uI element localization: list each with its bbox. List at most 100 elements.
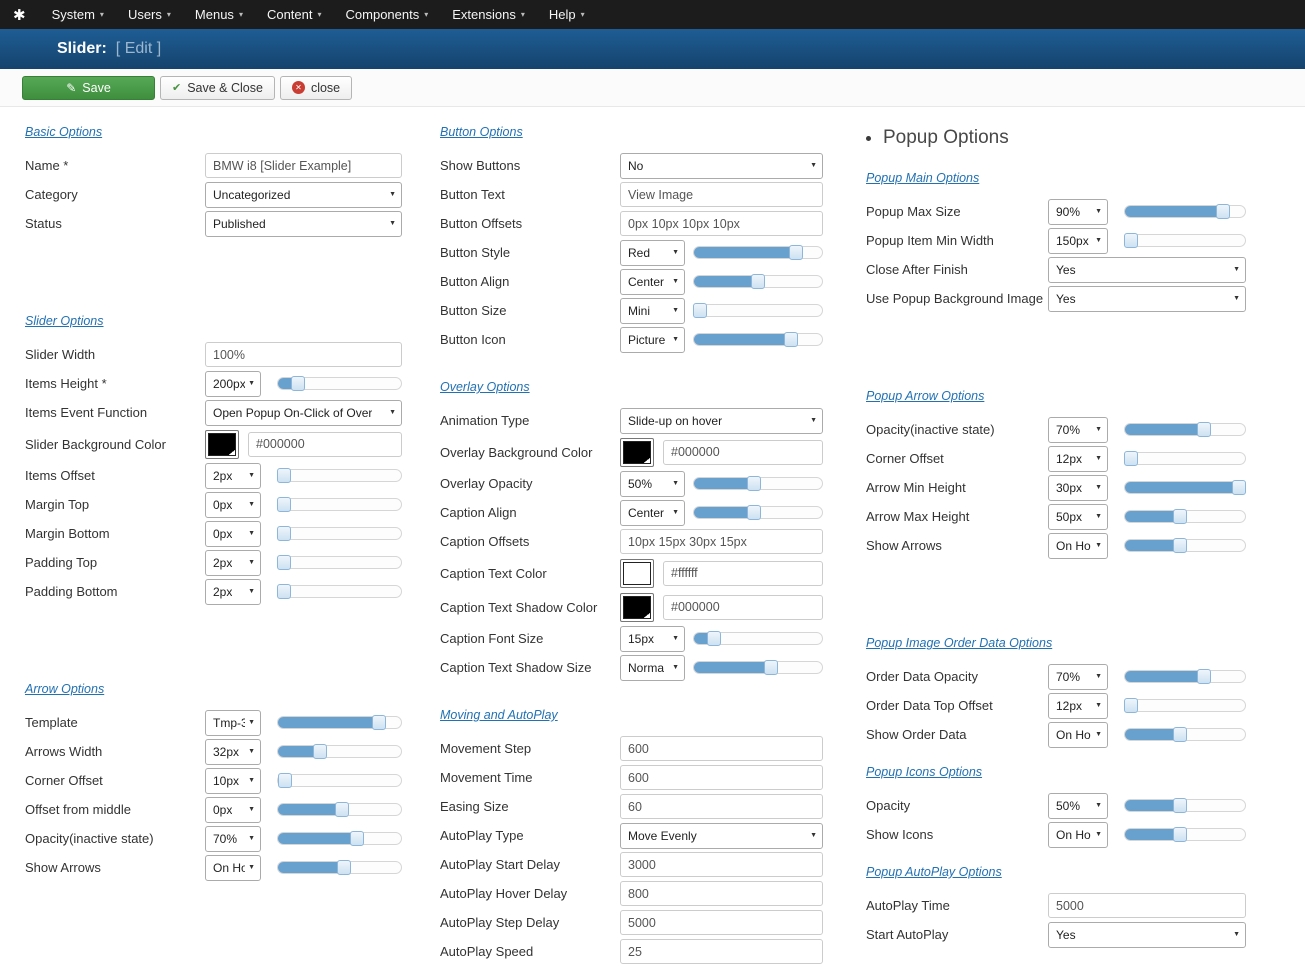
- autoplay-time-input[interactable]: [1048, 893, 1246, 918]
- arrow-max-height-slider[interactable]: [1124, 510, 1246, 523]
- nav-item-users[interactable]: Users▾: [116, 0, 183, 29]
- opacity-select[interactable]: 50%▼: [1048, 793, 1108, 819]
- caption-text-color-swatch[interactable]: [620, 559, 654, 588]
- opacity-slider[interactable]: [1124, 799, 1246, 812]
- show-order-data-select[interactable]: On Ho▼: [1048, 722, 1108, 748]
- template-slider[interactable]: [277, 716, 402, 729]
- slider-handle[interactable]: [707, 631, 721, 646]
- movement-time-input[interactable]: [620, 765, 823, 790]
- animation-type-select[interactable]: Slide-up on hover▼: [620, 408, 823, 434]
- button-align-select[interactable]: Center▼: [620, 269, 685, 295]
- nav-item-components[interactable]: Components▾: [334, 0, 441, 29]
- slider-handle[interactable]: [1173, 727, 1187, 742]
- autoplay-hover-delay-input[interactable]: [620, 881, 823, 906]
- button-align-slider[interactable]: [693, 275, 823, 288]
- overlay-opacity-slider[interactable]: [693, 477, 823, 490]
- caption-text-shadow-size-slider[interactable]: [693, 661, 823, 674]
- section-link-popup-autoplay-options[interactable]: Popup AutoPlay Options: [866, 865, 1002, 879]
- button-icon-slider[interactable]: [693, 333, 823, 346]
- arrows-width-slider[interactable]: [277, 745, 402, 758]
- arrow-min-height-slider[interactable]: [1124, 481, 1246, 494]
- slider-handle[interactable]: [1173, 538, 1187, 553]
- popup-item-min-width-slider[interactable]: [1124, 234, 1246, 247]
- slider-handle[interactable]: [277, 584, 291, 599]
- nav-item-menus[interactable]: Menus▾: [183, 0, 255, 29]
- items-event-function-select[interactable]: Open Popup On-Click of Over▼: [205, 400, 402, 426]
- slider-handle[interactable]: [789, 245, 803, 260]
- arrows-width-select[interactable]: 32px▼: [205, 739, 261, 765]
- order-data-opacity-slider[interactable]: [1124, 670, 1246, 683]
- slider-handle[interactable]: [1124, 451, 1138, 466]
- slider-background-color-swatch[interactable]: [205, 430, 239, 459]
- show-arrows-select[interactable]: On Ho▼: [1048, 533, 1108, 559]
- status-select[interactable]: Published▼: [205, 211, 402, 237]
- popup-item-min-width-select[interactable]: 150px▼: [1048, 228, 1108, 254]
- button-offsets-input[interactable]: [620, 211, 823, 236]
- section-link-arrow-options[interactable]: Arrow Options: [25, 682, 104, 696]
- button-size-slider[interactable]: [693, 304, 823, 317]
- overlay-background-color-input[interactable]: [663, 440, 823, 465]
- opacity-inactive-state-slider[interactable]: [277, 832, 402, 845]
- slider-handle[interactable]: [764, 660, 778, 675]
- slider-handle[interactable]: [1124, 698, 1138, 713]
- overlay-opacity-select[interactable]: 50%▼: [620, 471, 685, 497]
- save-close-button[interactable]: ✔ Save & Close: [160, 76, 275, 100]
- corner-offset-slider[interactable]: [1124, 452, 1246, 465]
- caption-text-color-input[interactable]: [663, 561, 823, 586]
- category-select[interactable]: Uncategorized▼: [205, 182, 402, 208]
- section-link-popup-arrow-options[interactable]: Popup Arrow Options: [866, 389, 984, 403]
- slider-handle[interactable]: [277, 497, 291, 512]
- slider-handle[interactable]: [337, 860, 351, 875]
- popup-max-size-slider[interactable]: [1124, 205, 1246, 218]
- section-link-moving-and-autoplay[interactable]: Moving and AutoPlay: [440, 708, 558, 722]
- margin-top-select[interactable]: 0px▼: [205, 492, 261, 518]
- margin-bottom-select[interactable]: 0px▼: [205, 521, 261, 547]
- caption-text-shadow-color-swatch[interactable]: [620, 593, 654, 622]
- slider-handle[interactable]: [1232, 480, 1246, 495]
- caption-font-size-slider[interactable]: [693, 632, 823, 645]
- slider-background-color-input[interactable]: [248, 432, 402, 457]
- show-arrows-slider[interactable]: [1124, 539, 1246, 552]
- slider-handle[interactable]: [1197, 422, 1211, 437]
- name-input[interactable]: [205, 153, 402, 178]
- nav-item-content[interactable]: Content▾: [255, 0, 334, 29]
- order-data-opacity-select[interactable]: 70%▼: [1048, 664, 1108, 690]
- opacity-inactive-state-select[interactable]: 70%▼: [205, 826, 261, 852]
- nav-item-extensions[interactable]: Extensions▾: [440, 0, 537, 29]
- caption-text-shadow-size-select[interactable]: Norma▼: [620, 655, 685, 681]
- slider-handle[interactable]: [278, 773, 292, 788]
- slider-handle[interactable]: [1124, 233, 1138, 248]
- slider-handle[interactable]: [693, 303, 707, 318]
- caption-offsets-input[interactable]: [620, 529, 823, 554]
- slider-handle[interactable]: [277, 526, 291, 541]
- items-height-select[interactable]: 200px▼: [205, 371, 261, 397]
- slider-handle[interactable]: [1197, 669, 1211, 684]
- slider-handle[interactable]: [751, 274, 765, 289]
- caption-text-shadow-color-input[interactable]: [663, 595, 823, 620]
- template-select[interactable]: Tmp-3▼: [205, 710, 261, 736]
- button-style-select[interactable]: Red▼: [620, 240, 685, 266]
- slider-width-input[interactable]: [205, 342, 402, 367]
- slider-handle[interactable]: [1216, 204, 1230, 219]
- items-offset-select[interactable]: 2px▼: [205, 463, 261, 489]
- movement-step-input[interactable]: [620, 736, 823, 761]
- order-data-top-offset-select[interactable]: 12px▼: [1048, 693, 1108, 719]
- slider-handle[interactable]: [335, 802, 349, 817]
- button-size-select[interactable]: Mini▼: [620, 298, 685, 324]
- slider-handle[interactable]: [1173, 798, 1187, 813]
- autoplay-start-delay-input[interactable]: [620, 852, 823, 877]
- slider-handle[interactable]: [1173, 509, 1187, 524]
- show-buttons-select[interactable]: No▼: [620, 153, 823, 179]
- slider-handle[interactable]: [277, 468, 291, 483]
- autoplay-speed-input[interactable]: [620, 939, 823, 964]
- corner-offset-select[interactable]: 12px▼: [1048, 446, 1108, 472]
- save-button[interactable]: ✎ Save: [22, 76, 155, 100]
- corner-offset-select[interactable]: 10px▼: [205, 768, 261, 794]
- section-link-popup-icons-options[interactable]: Popup Icons Options: [866, 765, 982, 779]
- start-autoplay-select[interactable]: Yes▼: [1048, 922, 1246, 948]
- button-icon-select[interactable]: Picture▼: [620, 327, 685, 353]
- show-order-data-slider[interactable]: [1124, 728, 1246, 741]
- slider-handle[interactable]: [313, 744, 327, 759]
- items-offset-slider[interactable]: [277, 469, 402, 482]
- section-link-slider-options[interactable]: Slider Options: [25, 314, 104, 328]
